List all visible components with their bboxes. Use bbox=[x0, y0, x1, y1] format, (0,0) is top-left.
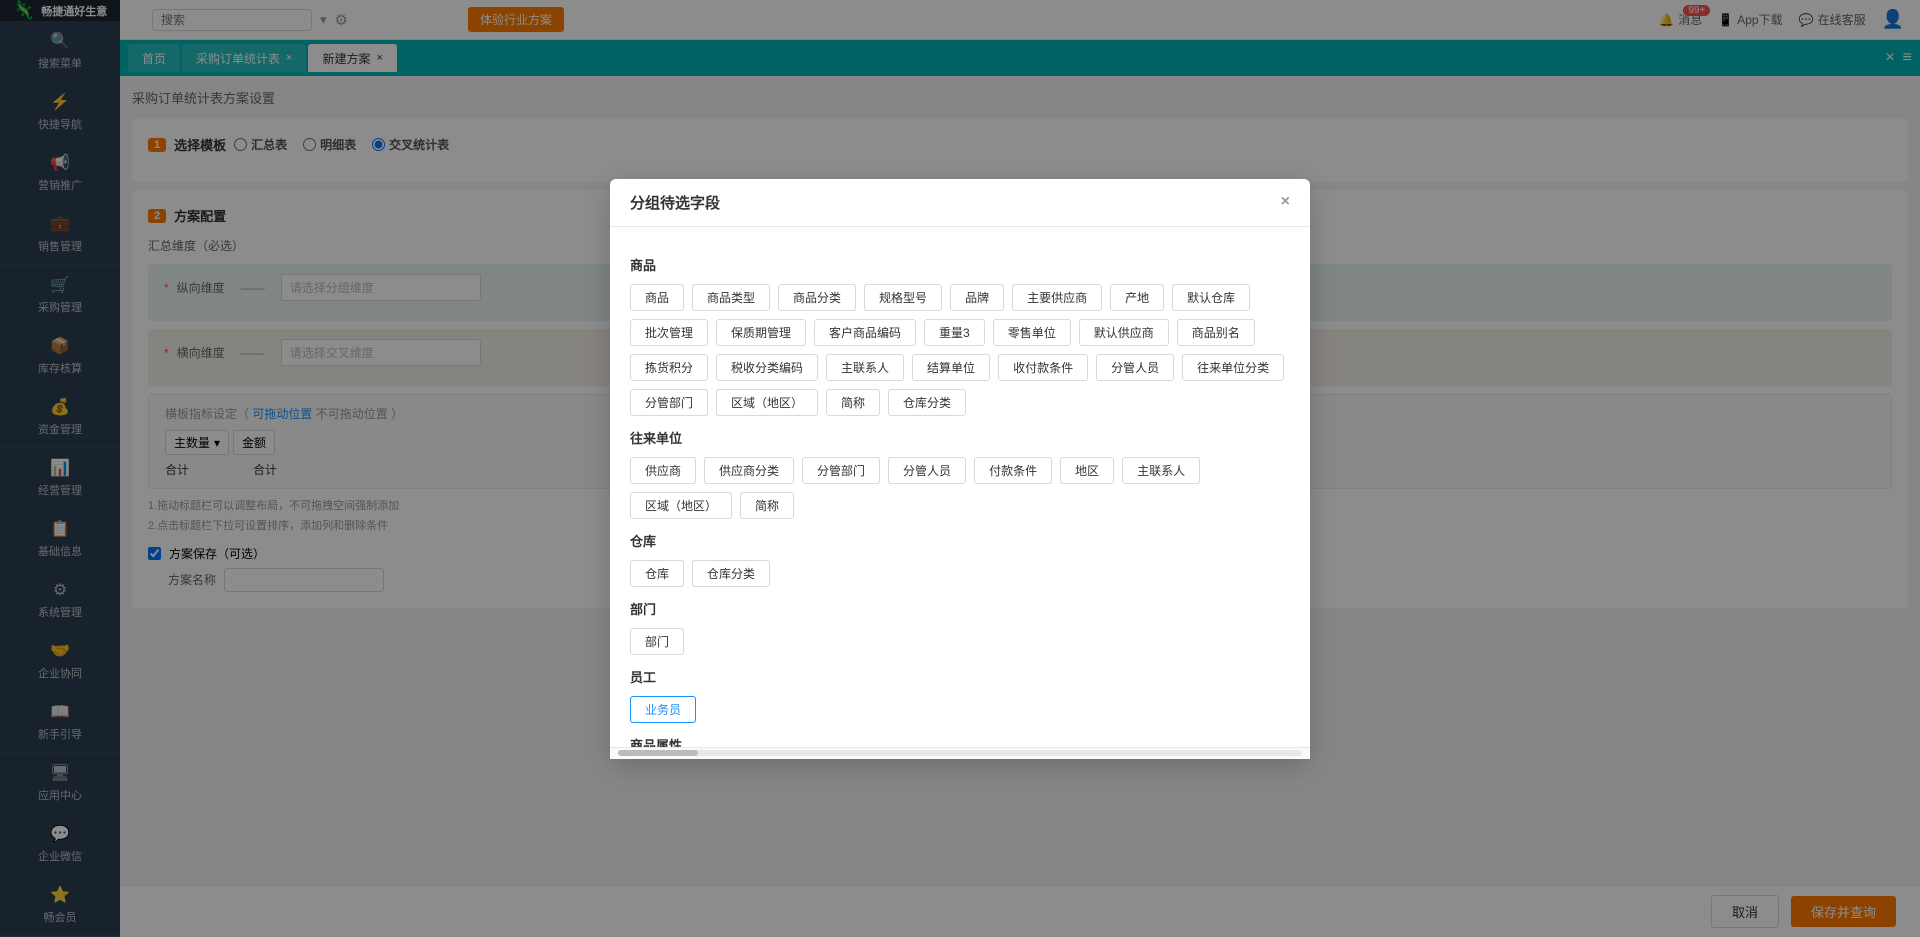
field-chip-0-21[interactable]: 往来单位分类 bbox=[1182, 354, 1284, 381]
field-chip-0-5[interactable]: 主要供应商 bbox=[1012, 284, 1102, 311]
field-chip-1-0[interactable]: 供应商 bbox=[630, 457, 696, 484]
modal-body: 商品商品商品类型商品分类规格型号品牌主要供应商产地默认仓库批次管理保质期管理客户… bbox=[610, 227, 1310, 747]
field-chip-1-7[interactable]: 区域（地区） bbox=[630, 492, 732, 519]
field-chip-0-16[interactable]: 税收分类编码 bbox=[716, 354, 818, 381]
group-title-2: 仓库 bbox=[630, 531, 1290, 550]
modal-header: 分组待选字段 × bbox=[610, 179, 1310, 227]
field-chip-2-1[interactable]: 仓库分类 bbox=[692, 560, 770, 587]
field-chip-1-6[interactable]: 主联系人 bbox=[1122, 457, 1200, 484]
modal-scrollbar-h bbox=[610, 747, 1310, 759]
field-chip-0-10[interactable]: 客户商品编码 bbox=[814, 319, 916, 346]
field-chip-0-17[interactable]: 主联系人 bbox=[826, 354, 904, 381]
field-chip-0-24[interactable]: 简称 bbox=[826, 389, 880, 416]
field-chip-0-13[interactable]: 默认供应商 bbox=[1079, 319, 1169, 346]
field-chip-0-19[interactable]: 收付款条件 bbox=[998, 354, 1088, 381]
modal-close-button[interactable]: × bbox=[1281, 193, 1290, 211]
field-chip-0-20[interactable]: 分管人员 bbox=[1096, 354, 1174, 381]
field-chip-0-18[interactable]: 结算单位 bbox=[912, 354, 990, 381]
field-chip-1-1[interactable]: 供应商分类 bbox=[704, 457, 794, 484]
field-chips-1: 供应商供应商分类分管部门分管人员付款条件地区主联系人区域（地区） 简称 bbox=[630, 457, 1290, 519]
field-chip-0-0[interactable]: 商品 bbox=[630, 284, 684, 311]
field-chip-0-9[interactable]: 保质期管理 bbox=[716, 319, 806, 346]
scrollbar-thumb[interactable] bbox=[618, 750, 698, 756]
field-chip-0-25[interactable]: 仓库分类 bbox=[888, 389, 966, 416]
group-title-5: 商品属性 bbox=[630, 735, 1290, 747]
field-chip-0-1[interactable]: 商品类型 bbox=[692, 284, 770, 311]
group-title-4: 员工 bbox=[630, 667, 1290, 686]
field-chip-0-3[interactable]: 规格型号 bbox=[864, 284, 942, 311]
field-chip-0-22[interactable]: 分管部门 bbox=[630, 389, 708, 416]
field-chip-0-4[interactable]: 品牌 bbox=[950, 284, 1004, 311]
field-chip-1-4[interactable]: 付款条件 bbox=[974, 457, 1052, 484]
field-chip-0-8[interactable]: 批次管理 bbox=[630, 319, 708, 346]
field-chip-0-12[interactable]: 零售单位 bbox=[993, 319, 1071, 346]
field-chip-1-8[interactable]: 简称 bbox=[740, 492, 794, 519]
group-title-1: 往来单位 bbox=[630, 428, 1290, 447]
field-chip-4-0[interactable]: 业务员 bbox=[630, 696, 696, 723]
modal-title: 分组待选字段 bbox=[630, 192, 720, 213]
field-chip-0-6[interactable]: 产地 bbox=[1110, 284, 1164, 311]
field-chips-2: 仓库仓库分类 bbox=[630, 560, 1290, 587]
field-chips-0: 商品商品类型商品分类规格型号品牌主要供应商产地默认仓库批次管理保质期管理客户商品… bbox=[630, 284, 1290, 416]
field-chip-1-2[interactable]: 分管部门 bbox=[802, 457, 880, 484]
field-chip-0-14[interactable]: 商品别名 bbox=[1177, 319, 1255, 346]
field-chip-2-0[interactable]: 仓库 bbox=[630, 560, 684, 587]
field-select-modal: 分组待选字段 × 商品商品商品类型商品分类规格型号品牌主要供应商产地默认仓库批次… bbox=[610, 179, 1310, 759]
field-chip-0-23[interactable]: 区域（地区） bbox=[716, 389, 818, 416]
field-chip-0-2[interactable]: 商品分类 bbox=[778, 284, 856, 311]
field-chip-1-3[interactable]: 分管人员 bbox=[888, 457, 966, 484]
group-title-0: 商品 bbox=[630, 255, 1290, 274]
field-chips-4: 业务员 bbox=[630, 696, 1290, 723]
field-chip-0-11[interactable]: 重量3 bbox=[924, 319, 985, 346]
field-chip-3-0[interactable]: 部门 bbox=[630, 628, 684, 655]
modal-overlay: 分组待选字段 × 商品商品商品类型商品分类规格型号品牌主要供应商产地默认仓库批次… bbox=[0, 0, 1920, 937]
group-title-3: 部门 bbox=[630, 599, 1290, 618]
scrollbar-track bbox=[618, 750, 1302, 756]
field-chip-0-7[interactable]: 默认仓库 bbox=[1172, 284, 1250, 311]
field-chips-3: 部门 bbox=[630, 628, 1290, 655]
field-chip-1-5[interactable]: 地区 bbox=[1060, 457, 1114, 484]
field-chip-0-15[interactable]: 拣货积分 bbox=[630, 354, 708, 381]
